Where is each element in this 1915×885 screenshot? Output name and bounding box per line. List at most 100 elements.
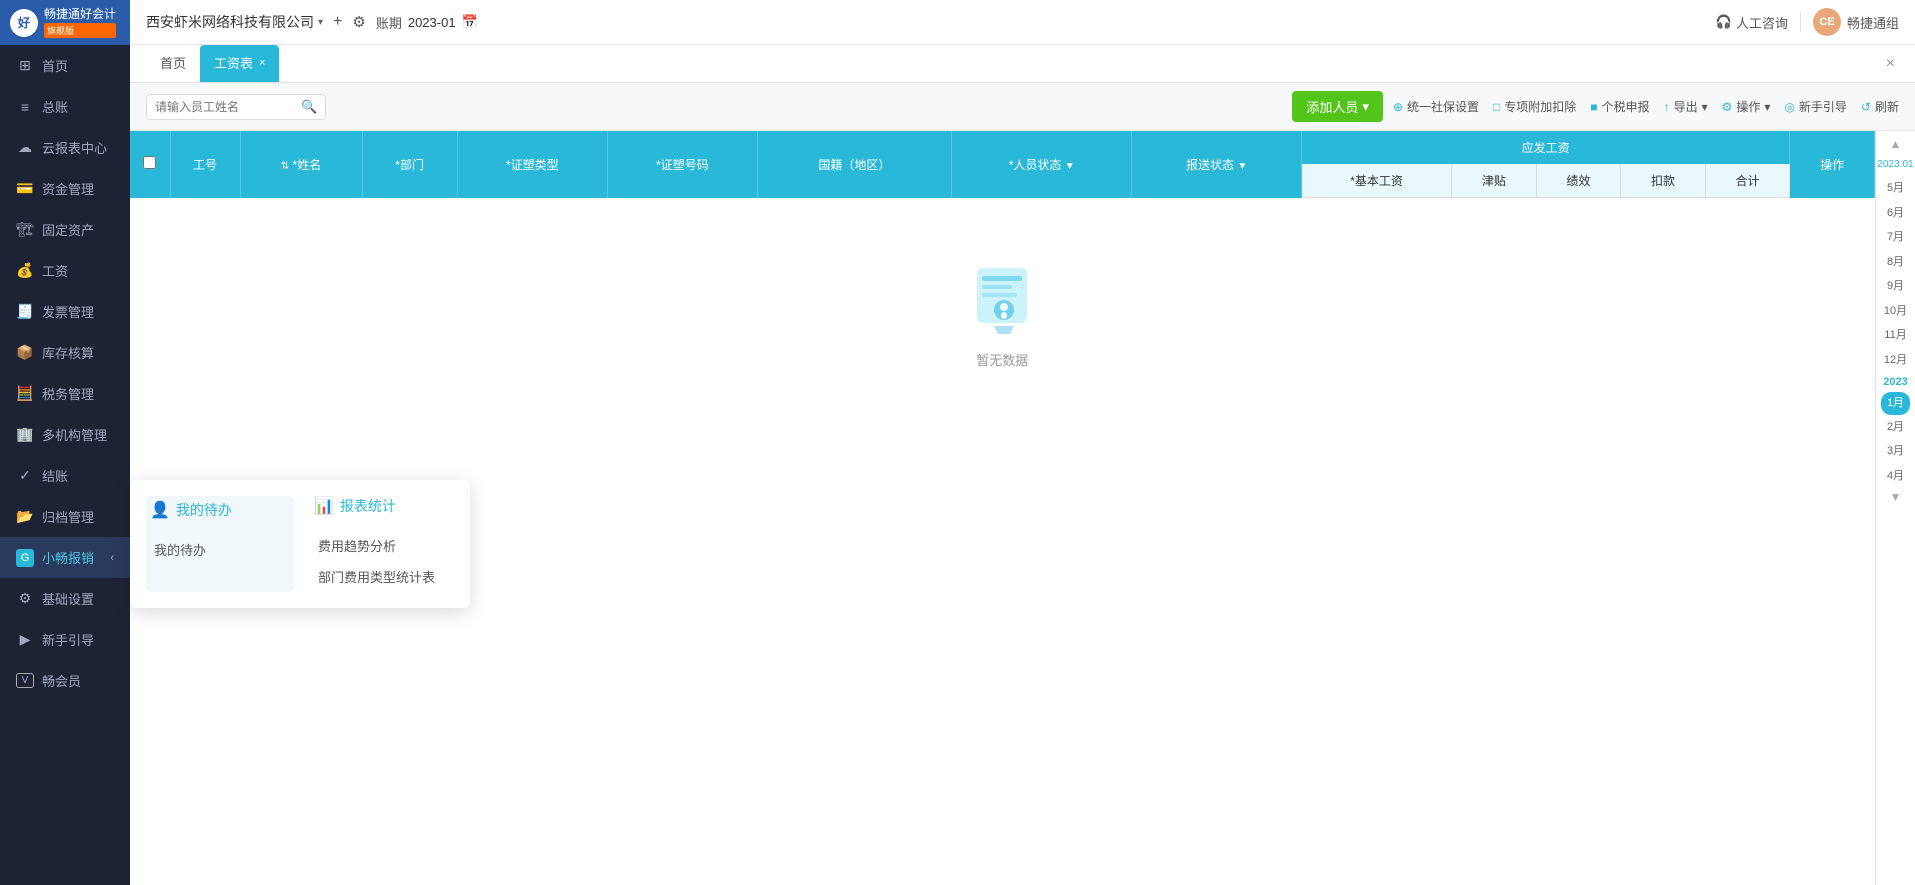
sidebar-item-funds[interactable]: 💳 资金管理 (0, 168, 130, 209)
export-arrow: ▾ (1702, 100, 1708, 114)
popup-col-reports: 📊 报表统计 费用趋势分析 部门费用类型统计表 (314, 496, 454, 592)
close-all-button[interactable]: × (1882, 51, 1899, 77)
th-total: 合计 (1705, 164, 1790, 198)
logo-text-block: 畅捷通好会计 旗舰版 (44, 7, 116, 38)
sidebar-item-basic[interactable]: ⚙ 基础设置 (0, 578, 130, 619)
sidebar-item-inventory[interactable]: 📦 库存核算 (0, 332, 130, 373)
timeline-month-9[interactable]: 9月 (1885, 274, 1906, 299)
refresh-btn[interactable]: ↺ 刷新 (1861, 98, 1899, 115)
th-checkbox (130, 131, 170, 198)
empty-cell: 暂无数据 (130, 198, 1875, 430)
timeline-month-8[interactable]: 8月 (1885, 250, 1906, 275)
add-company-icon[interactable]: + (333, 13, 342, 31)
export-btn[interactable]: ↑ 导出 ▾ (1664, 98, 1708, 115)
sidebar-item-label: 结账 (42, 466, 68, 485)
social-security-icon: ⊕ (1393, 100, 1403, 114)
search-input[interactable] (155, 100, 295, 114)
filter-icon2[interactable]: ▼ (1237, 161, 1247, 172)
popup-expense-trend-item[interactable]: 费用趋势分析 (314, 530, 454, 561)
archive-icon: 📂 (16, 508, 34, 525)
timeline-up-arrow[interactable]: ▲ (1888, 135, 1904, 153)
company-chevron-icon: ▾ (318, 17, 323, 28)
sidebar-item-ledger[interactable]: ≡ 总账 (0, 86, 130, 127)
operation-label: 操作 (1736, 98, 1760, 115)
timeline-down-arrow[interactable]: ▼ (1888, 488, 1904, 506)
sidebar-item-label: 发票管理 (42, 302, 94, 321)
select-all-checkbox[interactable] (143, 156, 156, 169)
popup-dept-expense-item[interactable]: 部门费用类型统计表 (314, 561, 454, 592)
search-box: 🔍 (146, 94, 326, 120)
sidebar-item-label: 畅会员 (42, 671, 81, 690)
multi-icon: 🏢 (16, 426, 34, 443)
th-status: *人员状态 ▼ (952, 131, 1132, 198)
operation-icon: ⚙ (1722, 100, 1733, 114)
sidebar-item-archive[interactable]: 📂 归档管理 (0, 496, 130, 537)
user-avatar-btn[interactable]: CE 畅捷通组 (1813, 8, 1899, 36)
add-people-button[interactable]: 添加人员 ▾ (1292, 91, 1383, 122)
calendar-icon[interactable]: 📅 (462, 14, 478, 30)
sidebar-item-tax[interactable]: 🧮 税务管理 (0, 373, 130, 414)
basic-icon: ⚙ (16, 590, 34, 607)
settings-icon[interactable]: ⚙ (352, 13, 365, 31)
timeline-month-12[interactable]: 12月 (1882, 348, 1909, 373)
sidebar-item-multi[interactable]: 🏢 多机构管理 (0, 414, 130, 455)
search-icon[interactable]: 🔍 (301, 99, 317, 115)
sidebar-item-home[interactable]: ⊞ 首页 (0, 45, 130, 86)
sidebar-item-xiaochangbao[interactable]: G 小畅报销 ‹ (0, 537, 130, 578)
consultant-label: 人工咨询 (1736, 13, 1788, 32)
checkout-icon: ✓ (16, 467, 34, 484)
popup-todo-header: 👤 我的待办 (150, 500, 290, 528)
sidebar-item-salary[interactable]: 💰 工资 (0, 250, 130, 291)
operation-btn[interactable]: ⚙ 操作 ▾ (1722, 98, 1771, 115)
logo-icon: 好 (10, 9, 38, 37)
timeline-month-3[interactable]: 3月 (1885, 439, 1906, 464)
sidebar-item-label: 基础设置 (42, 589, 94, 608)
sidebar-item-assets[interactable]: 🏗 固定资产 (0, 209, 130, 250)
tab-close-icon[interactable]: × (259, 57, 265, 69)
timeline-month-5[interactable]: 5月 (1885, 176, 1906, 201)
timeline-header: 2023.01 (1875, 153, 1915, 176)
filter-icon[interactable]: ▼ (1065, 161, 1075, 172)
company-selector[interactable]: 西安虾米网络科技有限公司 ▾ (146, 12, 323, 32)
empty-state: 暂无数据 (130, 198, 1875, 429)
assets-icon: 🏗 (16, 221, 34, 238)
sidebar-item-reports[interactable]: ☁ 云报表中心 (0, 127, 130, 168)
refresh-label: 刷新 (1875, 98, 1899, 115)
timeline: ▲ 2023.01 5月 6月 7月 8月 9月 10月 11月 12月 202… (1875, 131, 1915, 885)
tax-report-btn[interactable]: ■ 个税申报 (1590, 98, 1649, 115)
ledger-icon: ≡ (16, 99, 34, 115)
sidebar-item-label: 归档管理 (42, 507, 94, 526)
tab-payroll-label: 工资表 (214, 53, 253, 72)
special-deduction-icon: □ (1493, 100, 1500, 114)
th-report-status: 报送状态 ▼ (1132, 131, 1302, 198)
salary-icon: 💰 (16, 262, 34, 279)
member-icon: V (16, 673, 34, 688)
popup-my-todo-item[interactable]: 我的待办 (150, 534, 290, 565)
timeline-year-2023: 2023 (1881, 372, 1909, 392)
popup-section: 👤 我的待办 我的待办 📊 报表统计 费用趋势分析 部门费用类型统计表 (146, 496, 454, 592)
timeline-month-1-current[interactable]: 1月 (1881, 392, 1910, 415)
sidebar-item-checkout[interactable]: ✓ 结账 (0, 455, 130, 496)
avatar: CE (1813, 8, 1841, 36)
timeline-month-7[interactable]: 7月 (1885, 225, 1906, 250)
timeline-month-11[interactable]: 11月 (1882, 323, 1908, 348)
tab-payroll[interactable]: 工资表 × (200, 45, 279, 82)
funds-icon: 💳 (16, 180, 34, 197)
sidebar-item-label: 新手引导 (42, 630, 94, 649)
popup-menu: 👤 我的待办 我的待办 📊 报表统计 费用趋势分析 部门费用类型统计表 (130, 480, 470, 608)
special-deduction-label: 专项附加扣除 (1504, 98, 1576, 115)
consultant-btn[interactable]: 🎧 人工咨询 (1716, 13, 1788, 32)
timeline-month-4[interactable]: 4月 (1885, 464, 1906, 489)
sidebar-item-member[interactable]: V 畅会员 (0, 660, 130, 701)
sidebar-item-guide[interactable]: ▶ 新手引导 (0, 619, 130, 660)
sidebar-item-invoice[interactable]: 🧾 发票管理 (0, 291, 130, 332)
timeline-month-6[interactable]: 6月 (1885, 201, 1906, 226)
timeline-month-2[interactable]: 2月 (1885, 415, 1906, 440)
th-cert-type: *证塑类型 (457, 131, 607, 198)
timeline-month-10[interactable]: 10月 (1882, 299, 1909, 324)
tab-home[interactable]: 首页 (146, 45, 200, 82)
new-guide-btn[interactable]: ◎ 新手引导 (1784, 98, 1847, 115)
user-name: 畅捷通组 (1847, 13, 1899, 32)
special-deduction-btn[interactable]: □ 专项附加扣除 (1493, 98, 1576, 115)
social-security-btn[interactable]: ⊕ 统一社保设置 (1393, 98, 1479, 115)
